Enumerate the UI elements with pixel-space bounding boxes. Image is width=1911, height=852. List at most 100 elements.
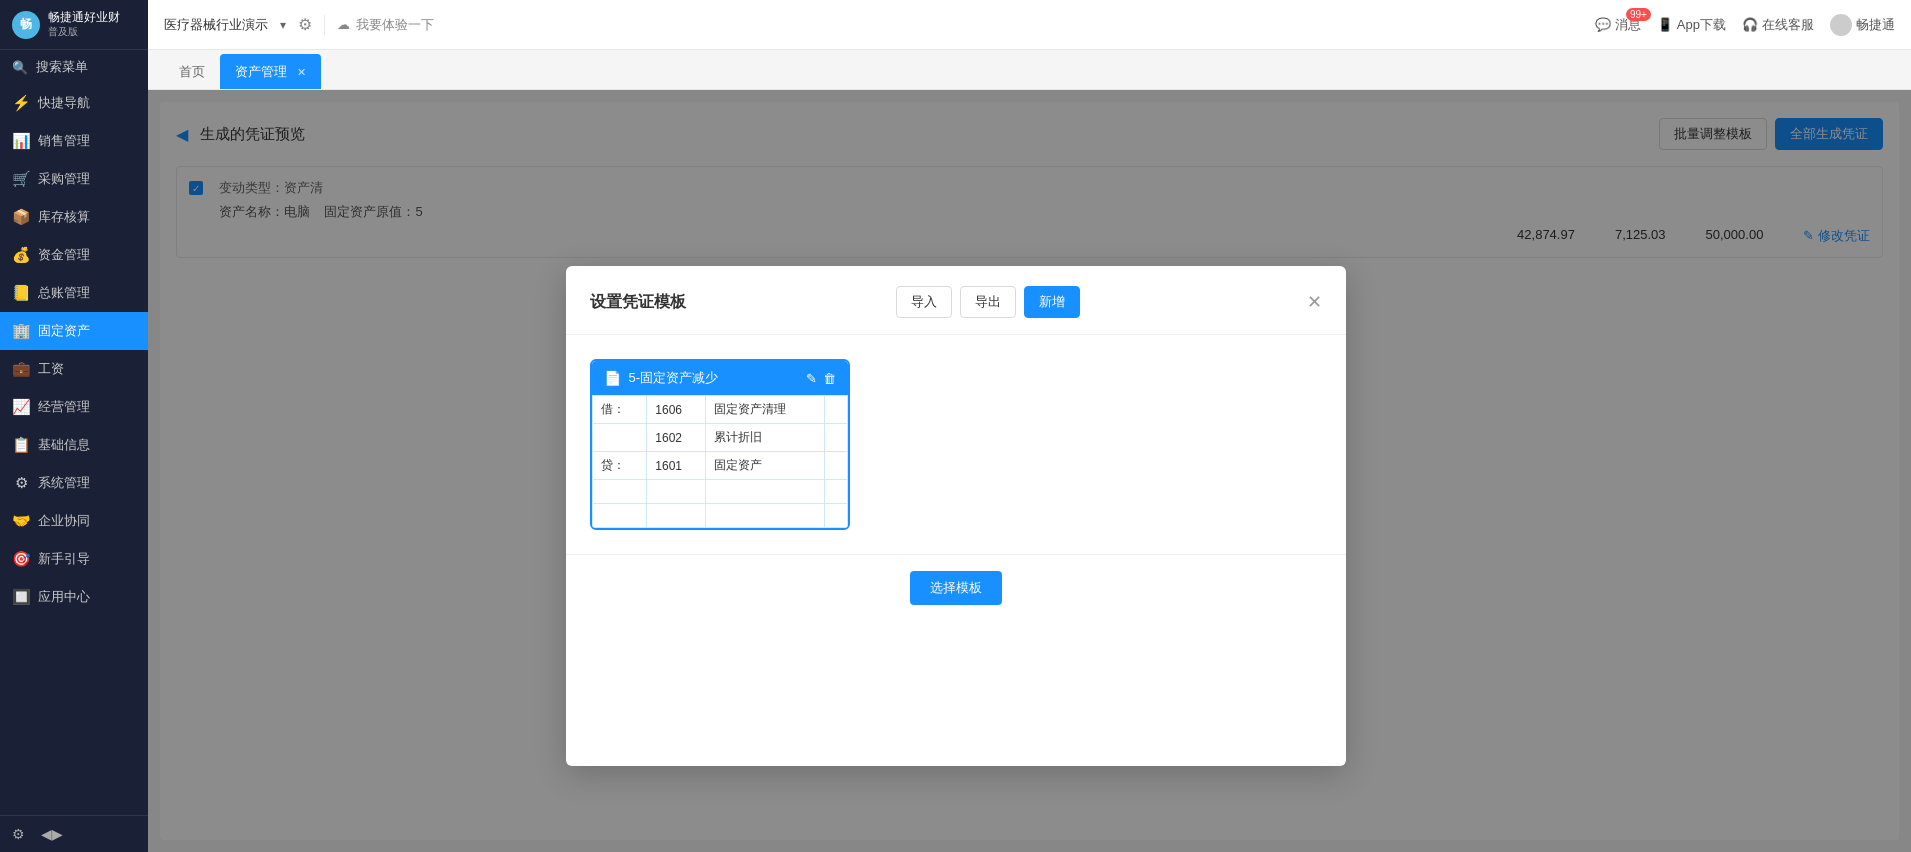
sidebar-search[interactable]: 🔍 搜索菜单 [0,50,148,84]
sidebar-item-label: 系统管理 [38,474,90,492]
topbar-divider [324,15,325,35]
tabbar: 首页 资产管理 ✕ [148,50,1911,90]
template-code-1: 1606 [647,396,705,424]
sidebar-item-funds[interactable]: 💰 资金管理 [0,236,148,274]
tab-home[interactable]: 首页 [164,54,220,89]
phone-icon: 📱 [1657,17,1673,32]
collapse-icon[interactable]: ◀▶ [41,826,63,842]
sidebar-item-label: 应用中心 [38,588,90,606]
guide-icon: 🎯 [12,550,30,568]
template-code-5 [647,504,705,528]
new-template-button[interactable]: 新增 [1024,286,1080,318]
app-download-button[interactable]: 📱 App下载 [1657,16,1726,34]
template-delete-icon[interactable]: 🗑 [823,371,836,386]
logo-icon: 畅 [12,11,40,39]
template-extra-2 [824,424,847,452]
sidebar-item-ops[interactable]: 📈 经营管理 [0,388,148,426]
sidebar-item-guide[interactable]: 🎯 新手引导 [0,540,148,578]
headset-icon: 🎧 [1742,17,1758,32]
import-button[interactable]: 导入 [896,286,952,318]
experience-button[interactable]: ☁ 我要体验一下 [337,16,434,34]
sidebar-item-sales[interactable]: 📊 销售管理 [0,122,148,160]
topbar-right: 💬 消息 99+ 📱 App下载 🎧 在线客服 畅捷通 [1595,14,1895,36]
template-extra-3 [824,452,847,480]
sidebar-item-system[interactable]: ⚙ 系统管理 [0,464,148,502]
sidebar-item-label: 采购管理 [38,170,90,188]
template-row-5 [592,504,847,528]
tab-assets[interactable]: 资产管理 ✕ [220,54,321,89]
sidebar-footer: ⚙ ◀▶ [0,815,148,852]
corp-icon: 🤝 [12,512,30,530]
user-button[interactable]: 畅捷通 [1830,14,1895,36]
company-dropdown-icon[interactable]: ▾ [280,18,286,32]
template-subject-1: 固定资产清理 [705,396,824,424]
template-card: 📄 5-固定资产减少 ✎ 🗑 借： 1606 [590,359,850,530]
sidebar-item-label: 基础信息 [38,436,90,454]
sidebar-item-ledger[interactable]: 📒 总账管理 [0,274,148,312]
template-code-4 [647,480,705,504]
funds-icon: 💰 [12,246,30,264]
template-edit-icon[interactable]: ✎ [806,371,817,386]
template-code-3: 1601 [647,452,705,480]
template-card-name: 5-固定资产减少 [629,369,798,387]
template-side-1: 借： [592,396,647,424]
template-extra-1 [824,396,847,424]
tab-close-icon[interactable]: ✕ [297,66,306,78]
settings-icon[interactable]: ⚙ [298,15,312,34]
template-side-5 [592,504,647,528]
template-code-2: 1602 [647,424,705,452]
modal-footer: 选择模板 [566,554,1346,621]
sidebar-logo: 畅 畅捷通好业财 普及版 [0,0,148,50]
tab-assets-label: 资产管理 [235,64,287,79]
logo-name: 畅捷通好业财 [48,10,120,26]
page-content: ◀ 生成的凭证预览 批量调整模板 全部生成凭证 ✓ 变动类型：资产清 资产名称：… [148,90,1911,852]
customer-service-label: 在线客服 [1762,16,1814,34]
logo-sub: 普及版 [48,25,120,39]
sidebar-item-label: 销售管理 [38,132,90,150]
modal-close-button[interactable]: ✕ [1307,291,1322,313]
sidebar-item-label: 库存核算 [38,208,90,226]
user-avatar [1830,14,1852,36]
sidebar-item-label: 快捷导航 [38,94,90,112]
payroll-icon: 💼 [12,360,30,378]
modal-actions: 导入 导出 新增 [896,286,1080,318]
main-area: 医疗器械行业演示 ▾ ⚙ ☁ 我要体验一下 💬 消息 99+ 📱 App下载 🎧… [148,0,1911,852]
app-download-label: App下载 [1677,16,1726,34]
sidebar-item-purchase[interactable]: 🛒 采购管理 [0,160,148,198]
sidebar-item-label: 资金管理 [38,246,90,264]
basic-info-icon: 📋 [12,436,30,454]
sidebar-item-label: 新手引导 [38,550,90,568]
template-card-header: 📄 5-固定资产减少 ✎ 🗑 [592,361,848,395]
user-label: 畅捷通 [1856,16,1895,34]
fixed-assets-icon: 🏢 [12,322,30,340]
experience-label: 我要体验一下 [356,16,434,34]
message-button[interactable]: 💬 消息 99+ [1595,16,1641,34]
sidebar: 畅 畅捷通好业财 普及版 🔍 搜索菜单 ⚡ 快捷导航 📊 销售管理 🛒 采购管理… [0,0,148,852]
template-row-4 [592,480,847,504]
select-template-button[interactable]: 选择模板 [910,571,1002,605]
template-extra-4 [824,480,847,504]
sidebar-item-label: 经营管理 [38,398,90,416]
sidebar-item-label: 工资 [38,360,64,378]
sidebar-item-fixed-assets[interactable]: 🏢 固定资产 [0,312,148,350]
template-side-4 [592,480,647,504]
sidebar-item-quick-nav[interactable]: ⚡ 快捷导航 [0,84,148,122]
sidebar-item-inventory[interactable]: 📦 库存核算 [0,198,148,236]
sidebar-item-app-center[interactable]: 🔲 应用中心 [0,578,148,616]
template-subject-3: 固定资产 [705,452,824,480]
customer-service-button[interactable]: 🎧 在线客服 [1742,16,1814,34]
template-row-1: 借： 1606 固定资产清理 [592,396,847,424]
sidebar-item-payroll[interactable]: 💼 工资 [0,350,148,388]
sidebar-item-label: 企业协同 [38,512,90,530]
sidebar-item-basic-info[interactable]: 📋 基础信息 [0,426,148,464]
company-name: 医疗器械行业演示 [164,16,268,34]
modal-title: 设置凭证模板 [590,292,686,313]
settings-footer-icon[interactable]: ⚙ [12,826,25,842]
export-button[interactable]: 导出 [960,286,1016,318]
sidebar-item-corp[interactable]: 🤝 企业协同 [0,502,148,540]
search-icon: 🔍 [12,60,28,75]
ops-icon: 📈 [12,398,30,416]
template-side-3: 贷： [592,452,647,480]
template-table: 借： 1606 固定资产清理 1602 累计折旧 [592,395,848,528]
system-icon: ⚙ [12,474,30,492]
